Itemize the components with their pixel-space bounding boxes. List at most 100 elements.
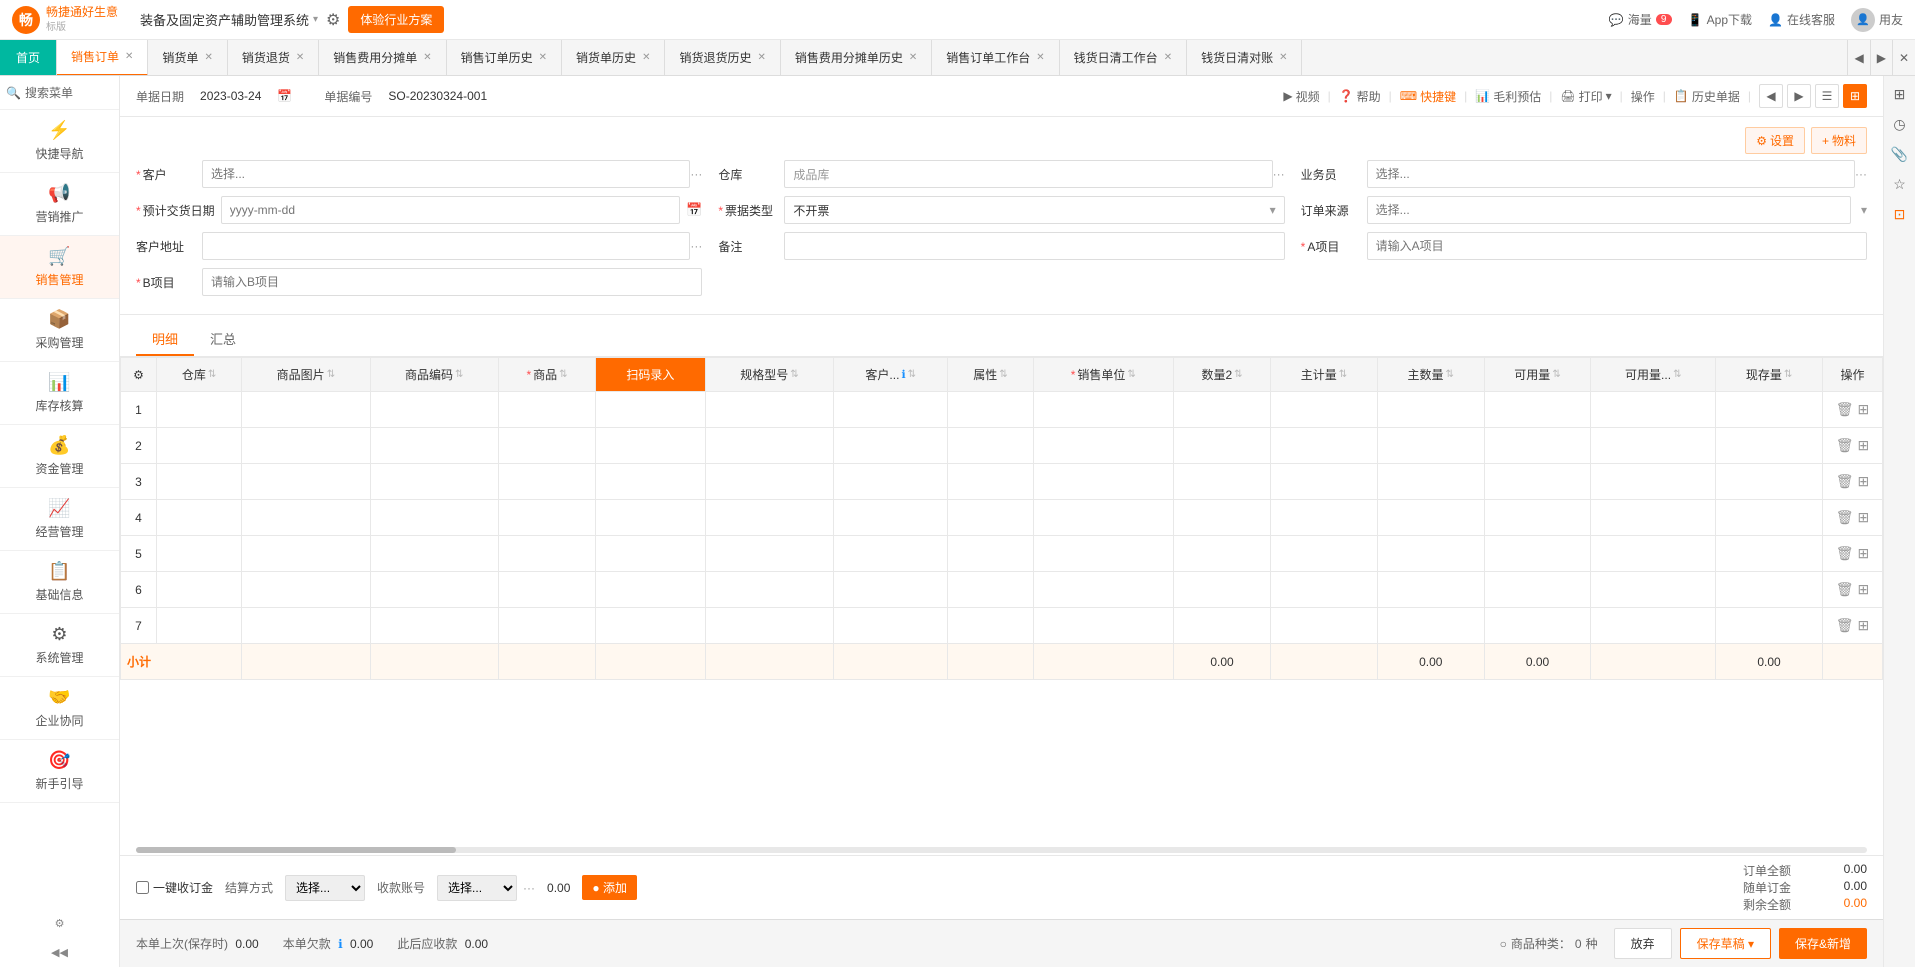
info-circle-icon[interactable]: ℹ <box>338 937 343 951</box>
warehouse-input[interactable] <box>784 160 1272 188</box>
close-icon[interactable]: ✕ <box>423 52 431 63</box>
add-account-btn[interactable]: ● 添加 <box>582 875 637 900</box>
shortcut-btn[interactable]: ⌨ 快捷键 <box>1400 88 1456 105</box>
sidebar-item-sales[interactable]: 🛒 销售管理 <box>0 236 119 299</box>
right-panel-icon-2[interactable]: ◷ <box>1886 110 1914 138</box>
th-attribute[interactable]: 属性⇅ <box>948 358 1033 392</box>
right-panel-icon-5[interactable]: ⊡ <box>1886 200 1914 228</box>
th-current[interactable]: 现存量⇅ <box>1716 358 1823 392</box>
tab-home[interactable]: 首页 <box>0 40 57 76</box>
history-btn[interactable]: 📋 历史单据 <box>1674 88 1740 105</box>
tab-summary[interactable]: 汇总 <box>194 323 252 356</box>
close-icon[interactable]: ✕ <box>642 52 650 63</box>
online-support-btn[interactable]: 👤 在线客服 <box>1768 11 1835 28</box>
invoice-select[interactable]: 不开票 ▾ <box>784 196 1284 224</box>
th-image[interactable]: 商品图片⇅ <box>242 358 370 392</box>
close-icon[interactable]: ✕ <box>909 52 917 63</box>
th-scan[interactable]: 扫码录入 <box>596 358 706 392</box>
copy-row-icon[interactable]: ⊞ <box>1858 437 1870 454</box>
close-icon[interactable]: ✕ <box>125 51 133 62</box>
save-new-btn[interactable]: 保存&新增 <box>1779 928 1867 959</box>
tab-order-history[interactable]: 销售订单历史 ✕ <box>447 40 562 76</box>
address-more-icon[interactable]: ··· <box>690 239 702 253</box>
product-count[interactable]: ○ 商品种类： 0 种 <box>1500 935 1598 952</box>
salesperson-input[interactable] <box>1367 160 1855 188</box>
copy-row-icon[interactable]: ⊞ <box>1858 401 1870 418</box>
th-unit[interactable]: *销售单位⇅ <box>1033 358 1173 392</box>
app-download-btn[interactable]: 📱 App下载 <box>1688 11 1752 28</box>
account-select[interactable]: 选择... <box>437 875 517 901</box>
close-icon[interactable]: ✕ <box>204 52 212 63</box>
th-available[interactable]: 可用量⇅ <box>1484 358 1591 392</box>
scroll-thumb[interactable] <box>136 847 456 853</box>
address-input[interactable] <box>202 232 690 260</box>
delete-row-icon[interactable]: 🗑 <box>1836 545 1854 562</box>
order-source-input[interactable] <box>1367 196 1851 224</box>
th-warehouse[interactable]: 仓库⇅ <box>157 358 242 392</box>
list-view-icon[interactable]: ☰ <box>1815 84 1839 108</box>
tab-sales-invoice[interactable]: 销货单 ✕ <box>148 40 227 76</box>
sidebar-item-finance[interactable]: 💰 资金管理 <box>0 425 119 488</box>
system-title[interactable]: 装备及固定资产辅助管理系统 ▾ <box>140 10 318 29</box>
settings-btn[interactable]: ⚙ 设置 <box>1745 127 1805 154</box>
th-customer-code[interactable]: 客户...ℹ⇅ <box>834 358 948 392</box>
close-icon[interactable]: ✕ <box>1036 52 1044 63</box>
tab-return-history[interactable]: 销货退货历史 ✕ <box>665 40 780 76</box>
industry-btn[interactable]: 体验行业方案 <box>348 6 444 33</box>
tab-reconcile[interactable]: 钱货日清对账 ✕ <box>1187 40 1302 76</box>
close-icon[interactable]: ✕ <box>539 52 547 63</box>
save-draft-btn[interactable]: 保存草稿 ▾ <box>1680 928 1771 959</box>
th-product[interactable]: *商品⇅ <box>498 358 595 392</box>
form-view-icon[interactable]: ⊞ <box>1843 84 1867 108</box>
message-btn[interactable]: 💬 海量 9 <box>1609 11 1672 28</box>
a-project-input[interactable] <box>1367 232 1867 260</box>
sidebar-settings-btn[interactable]: ⚙ <box>0 909 119 938</box>
tab-workbench[interactable]: 销售订单工作台 ✕ <box>932 40 1059 76</box>
delete-row-icon[interactable]: 🗑 <box>1836 509 1854 526</box>
right-panel-icon-4[interactable]: ☆ <box>1886 170 1914 198</box>
help-btn[interactable]: ❓ 帮助 <box>1339 88 1381 105</box>
sidebar-item-marketing[interactable]: 📢 营销推广 <box>0 173 119 236</box>
delete-row-icon[interactable]: 🗑 <box>1836 437 1854 454</box>
profit-btn[interactable]: 📊 毛利预估 <box>1475 88 1541 105</box>
copy-row-icon[interactable]: ⊞ <box>1858 545 1870 562</box>
customer-more-icon[interactable]: ··· <box>690 167 702 181</box>
th-main-qty[interactable]: 主数量⇅ <box>1377 358 1484 392</box>
close-icon[interactable]: ✕ <box>757 52 765 63</box>
one-click-deposit-checkbox[interactable]: 一键收订金 <box>136 879 213 896</box>
account-more-icon[interactable]: ··· <box>523 881 535 895</box>
view-btn[interactable]: ▶ 视频 <box>1283 88 1319 105</box>
th-spec[interactable]: 规格型号⇅ <box>705 358 833 392</box>
nav-more-icon[interactable]: ✕ <box>1892 40 1915 76</box>
next-record-icon[interactable]: ▶ <box>1787 84 1811 108</box>
copy-row-icon[interactable]: ⊞ <box>1858 581 1870 598</box>
close-icon[interactable]: ✕ <box>1279 52 1287 63</box>
tab-expense-split[interactable]: 销售费用分摊单 ✕ <box>319 40 446 76</box>
settings-icon[interactable]: ⚙ <box>326 10 340 30</box>
delete-row-icon[interactable]: 🗑 <box>1836 617 1854 634</box>
sidebar-item-purchase[interactable]: 📦 采购管理 <box>0 299 119 362</box>
delete-row-icon[interactable]: 🗑 <box>1836 401 1854 418</box>
nav-next-icon[interactable]: ▶ <box>1870 40 1892 76</box>
copy-row-icon[interactable]: ⊞ <box>1858 473 1870 490</box>
sidebar-item-collab[interactable]: 🤝 企业协同 <box>0 677 119 740</box>
th-main-unit[interactable]: 主计量⇅ <box>1271 358 1378 392</box>
one-click-checkbox-input[interactable] <box>136 881 149 894</box>
discard-btn[interactable]: 放弃 <box>1614 928 1672 959</box>
sidebar-item-system[interactable]: ⚙ 系统管理 <box>0 614 119 677</box>
copy-row-icon[interactable]: ⊞ <box>1858 509 1870 526</box>
sidebar-search[interactable]: 🔍 搜索菜单 <box>0 76 119 110</box>
delivery-calendar-icon[interactable]: 📅 <box>686 202 702 218</box>
th-code[interactable]: 商品编码⇅ <box>370 358 498 392</box>
customer-input[interactable] <box>202 160 690 188</box>
remark-input[interactable] <box>784 232 1284 260</box>
sidebar-collapse-btn[interactable]: ◀◀ <box>0 938 119 967</box>
tab-daily-clear[interactable]: 钱货日清工作台 ✕ <box>1060 40 1187 76</box>
b-project-input[interactable] <box>202 268 702 296</box>
warehouse-more-icon[interactable]: ··· <box>1273 167 1285 181</box>
close-icon[interactable]: ✕ <box>1164 52 1172 63</box>
delete-row-icon[interactable]: 🗑 <box>1836 473 1854 490</box>
salesperson-more-icon[interactable]: ··· <box>1855 167 1867 181</box>
prev-record-icon[interactable]: ◀ <box>1759 84 1783 108</box>
add-material-btn[interactable]: + 物料 <box>1811 127 1867 154</box>
